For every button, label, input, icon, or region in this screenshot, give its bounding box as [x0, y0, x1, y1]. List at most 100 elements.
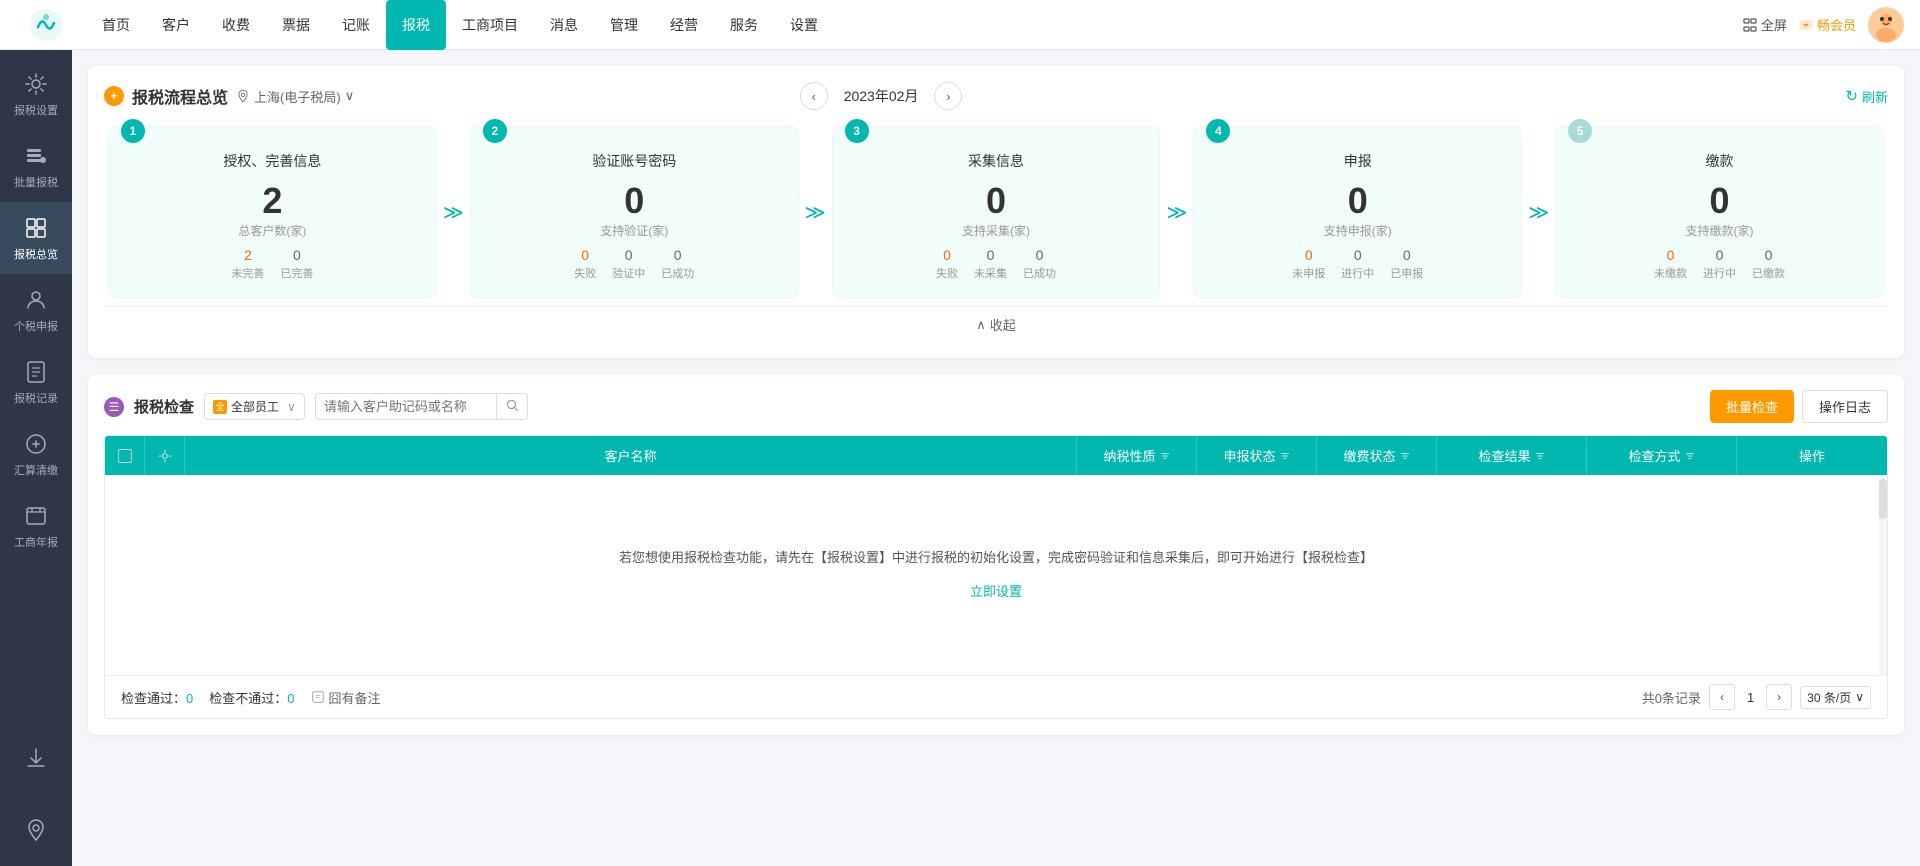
- step-num-3: 3: [845, 119, 869, 143]
- stat-num-4-1: 0: [1354, 247, 1362, 263]
- nav-fee[interactable]: 收费: [206, 0, 266, 50]
- setup-link[interactable]: 立即设置: [970, 584, 1022, 599]
- next-month-button[interactable]: ›: [934, 82, 962, 110]
- step-count-3: 0: [849, 179, 1144, 222]
- refresh-button[interactable]: ↻ 刷新: [1845, 87, 1888, 106]
- nav-operation[interactable]: 经营: [654, 0, 714, 50]
- fullscreen-button[interactable]: 全屏: [1743, 15, 1787, 34]
- th-customer-name: 客户名称: [185, 436, 1077, 475]
- stat-5-1[interactable]: 0 进行中: [1703, 247, 1736, 281]
- month-navigation: ‹ 2023年02月 ›: [800, 82, 963, 110]
- step-title-1: 授权、完善信息: [125, 151, 420, 171]
- vip-label: 畅会员: [1817, 15, 1856, 34]
- check-fail-stat: 检查不通过：0: [209, 688, 294, 707]
- stat-num-5-2: 0: [1765, 247, 1773, 263]
- stat-label-1-0: 未完善: [231, 265, 264, 281]
- nav-customer[interactable]: 客户: [146, 0, 206, 50]
- staff-selector[interactable]: 全 全部员工 ∨: [204, 393, 305, 420]
- card-header: + 报税流程总览 上海(电子税局) ∨ ‹ 2023年02月 › ↻ 刷新: [104, 82, 1888, 110]
- check-fail-count[interactable]: 0: [287, 691, 294, 706]
- search-input[interactable]: [316, 395, 496, 418]
- prev-month-button[interactable]: ‹: [800, 82, 828, 110]
- sidebar-item-tax-overview[interactable]: 报税总览: [0, 202, 72, 274]
- sidebar-item-download[interactable]: [0, 722, 72, 794]
- sidebar-label-annual-report: 工商年报: [14, 534, 58, 550]
- step-arrow-4: ≫: [1528, 200, 1549, 225]
- stat-2-1[interactable]: 0 验证中: [612, 247, 645, 281]
- main-layout: 报税设置 批量报税 报税总览 个税申报 报税记录: [0, 50, 1920, 866]
- search-area: [315, 393, 528, 420]
- stat-num-4-0: 0: [1305, 247, 1313, 263]
- stat-label-3-1: 未采集: [974, 265, 1007, 281]
- search-button[interactable]: [496, 394, 527, 419]
- stat-3-1[interactable]: 0 未采集: [974, 247, 1007, 281]
- step-stats-5: 0 未缴款 0 进行中 0 已缴款: [1572, 247, 1867, 281]
- location-label: 上海(电子税局): [254, 87, 341, 106]
- th-settings[interactable]: [145, 436, 185, 475]
- process-step-4: 4 申报 0 支持申报(家) 0 未申报 0 进行中: [1193, 126, 1522, 298]
- sidebar-item-tax-record[interactable]: 报税记录: [0, 346, 72, 418]
- stat-2-0[interactable]: 0 失败: [574, 247, 596, 281]
- stat-4-1[interactable]: 0 进行中: [1341, 247, 1374, 281]
- user-avatar[interactable]: [1868, 7, 1904, 43]
- batch-check-button[interactable]: 批量检查: [1710, 390, 1794, 423]
- sidebar-item-individual-tax[interactable]: 个税申报: [0, 274, 72, 346]
- nav-invoice[interactable]: 票据: [266, 0, 326, 50]
- step-count-1: 2: [125, 179, 420, 222]
- process-overview-card: + 报税流程总览 上海(电子税局) ∨ ‹ 2023年02月 › ↻ 刷新: [88, 66, 1904, 358]
- th-checkbox[interactable]: [105, 436, 145, 475]
- location-selector[interactable]: 上海(电子税局) ∨: [236, 87, 354, 106]
- page-size-selector[interactable]: 30 条/页 ∨: [1800, 686, 1871, 709]
- nav-business[interactable]: 工商项目: [446, 0, 534, 50]
- tax-check-card: ☰ 报税检查 全 全部员工 ∨ 批量检查 操作日志: [88, 374, 1904, 735]
- process-step-2: 2 验证账号密码 0 支持验证(家) 0 失败 0 验证中: [470, 126, 799, 298]
- nav-home[interactable]: 首页: [86, 0, 146, 50]
- nav-manage[interactable]: 管理: [594, 0, 654, 50]
- step-num-2: 2: [483, 119, 507, 143]
- stat-3-0[interactable]: 0 失败: [936, 247, 958, 281]
- nav-tax[interactable]: 报税: [386, 0, 446, 50]
- stat-1-0[interactable]: 2 未完善: [231, 247, 264, 281]
- page-size-dropdown-icon: ∨: [1855, 690, 1864, 704]
- stat-label-2-0: 失败: [574, 265, 596, 281]
- vip-button[interactable]: 畅会员: [1799, 15, 1856, 34]
- stat-label-3-0: 失败: [936, 265, 958, 281]
- stat-5-2[interactable]: 0 已缴款: [1752, 247, 1785, 281]
- tax-check-icon: ☰: [104, 397, 124, 417]
- sidebar-item-annual-report[interactable]: 工商年报: [0, 490, 72, 562]
- sidebar-item-settlement[interactable]: 汇算清缴: [0, 418, 72, 490]
- plus-icon: +: [104, 86, 124, 106]
- stat-num-5-1: 0: [1716, 247, 1724, 263]
- sidebar-label-settlement: 汇算清缴: [14, 462, 58, 478]
- stat-num-1-1: 0: [293, 247, 301, 263]
- nav-accounting[interactable]: 记账: [326, 0, 386, 50]
- step-subtitle-3: 支持采集(家): [849, 222, 1144, 239]
- sidebar-label-tax-overview: 报税总览: [14, 246, 58, 262]
- step-title-3: 采集信息: [849, 151, 1144, 171]
- stat-1-1[interactable]: 0 已完善: [280, 247, 313, 281]
- check-pass-count[interactable]: 0: [186, 691, 193, 706]
- nav-message[interactable]: 消息: [534, 0, 594, 50]
- step-count-2: 0: [487, 179, 782, 222]
- current-page: 1: [1743, 690, 1758, 705]
- stat-num-3-0: 0: [943, 247, 951, 263]
- operation-log-button[interactable]: 操作日志: [1802, 390, 1888, 423]
- sidebar-item-batch-tax[interactable]: 批量报税: [0, 130, 72, 202]
- sidebar-item-location[interactable]: [0, 794, 72, 866]
- stat-4-2[interactable]: 0 已申报: [1390, 247, 1423, 281]
- nav-settings[interactable]: 设置: [774, 0, 834, 50]
- step-subtitle-1: 总客户数(家): [125, 222, 420, 239]
- stat-3-2[interactable]: 0 已成功: [1023, 247, 1056, 281]
- stat-4-0[interactable]: 0 未申报: [1292, 247, 1325, 281]
- tax-record-icon: [22, 358, 50, 386]
- first-page-button[interactable]: ‹: [1709, 684, 1735, 710]
- staff-dropdown-icon: ∨: [287, 400, 296, 414]
- stat-2-2[interactable]: 0 已成功: [661, 247, 694, 281]
- stat-label-4-0: 未申报: [1292, 265, 1325, 281]
- select-all-checkbox[interactable]: [118, 449, 132, 463]
- next-page-button[interactable]: ›: [1766, 684, 1792, 710]
- sidebar-item-tax-settings[interactable]: 报税设置: [0, 58, 72, 130]
- nav-service[interactable]: 服务: [714, 0, 774, 50]
- collapse-button[interactable]: ∧ 收起: [104, 306, 1888, 342]
- stat-5-0[interactable]: 0 未缴款: [1654, 247, 1687, 281]
